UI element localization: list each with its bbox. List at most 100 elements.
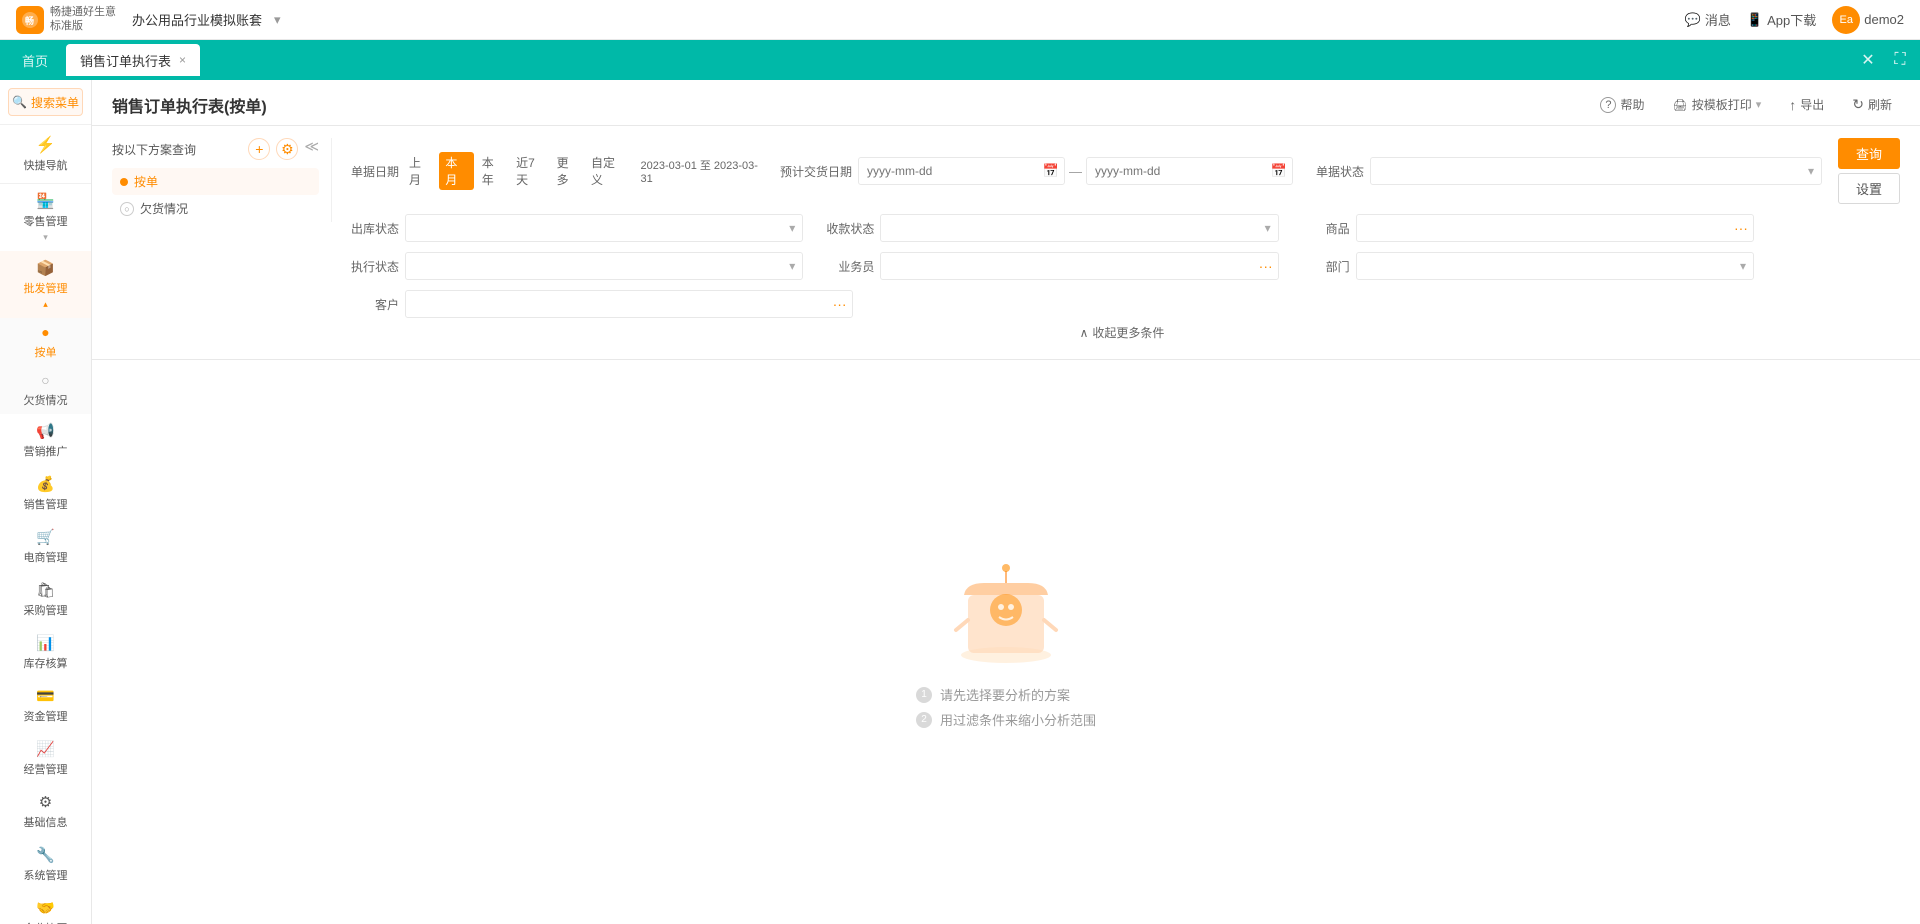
delivery-date-end[interactable] [1086,157,1293,185]
filter-field-payment-status: 收款状态 [819,214,1278,242]
delivery-status-select[interactable] [405,214,803,242]
svg-text:畅: 畅 [25,15,34,26]
filter-scheme-header: 按以下方案查询 + ⚙ ≪ [112,138,319,160]
order-icon: ● [41,324,49,340]
salesperson-input[interactable] [880,252,1278,280]
tab-maximize-icon[interactable]: ⛶ [1888,48,1912,72]
retail-arrow-icon: ▾ [43,232,48,243]
customer-input[interactable] [405,290,853,318]
department-select[interactable] [1356,252,1754,280]
print-dropdown-arrow: ▾ [1756,98,1762,111]
customer-more-icon[interactable]: ··· [833,296,847,312]
tab-sales-order[interactable]: 销售订单执行表 × [66,44,200,76]
sidebar-item-basic[interactable]: ⚙ 基础信息 [0,785,91,838]
execution-status-select-wrap [405,252,803,280]
sidebar-search-area: 🔍 搜索菜单 [0,80,91,125]
department-label: 部门 [1295,258,1350,275]
sidebar-item-retail[interactable]: 🏪 零售管理 ▾ [0,184,91,251]
sidebar-item-wholesale[interactable]: 📦 批发管理 ▴ [0,251,91,318]
goods-control: ··· [1356,214,1754,242]
add-scheme-button[interactable]: + [248,138,270,160]
collapse-more-button[interactable]: ∧ 收起更多条件 [344,318,1900,347]
wholesale-submenu: ● 按单 ○ 欠货情况 [0,318,91,414]
help-button[interactable]: ? 帮助 [1592,92,1652,117]
date-tab-this-year[interactable]: 本年 [478,152,508,190]
table-area: 1 请先选择要分析的方案 2 用过滤条件来缩小分析范围 [92,360,1920,924]
sidebar-item-inventory[interactable]: 📊 库存核算 [0,626,91,679]
page-header: 销售订单执行表(按单) ? 帮助 🖨 按模板打印 ▾ ↑ 导出 ↻ 刷新 [92,80,1920,126]
settings-scheme-button[interactable]: ⚙ [276,138,298,160]
date-tab-last-month[interactable]: 上月 [405,152,435,190]
goods-input[interactable] [1356,214,1754,242]
system-icon: 🔧 [36,846,55,864]
date-tab-custom[interactable]: 自定义 [587,152,629,190]
operation-icon: 📈 [36,740,55,758]
query-button[interactable]: 查询 [1838,138,1900,169]
empty-hints: 1 请先选择要分析的方案 2 用过滤条件来缩小分析范围 [916,685,1096,729]
tab-close-window-icon[interactable]: ✕ [1856,48,1880,72]
sidebar-item-quick-nav[interactable]: ⚡ 快捷导航 [0,129,91,179]
filter-panel: 按以下方案查询 + ⚙ ≪ 按单 ○ 欠货情况 [92,126,1920,360]
maximize-icon: ⛶ [1894,51,1905,69]
payment-status-label: 收款状态 [819,220,874,237]
date-tab-more[interactable]: 更多 [553,152,583,190]
payment-status-select[interactable] [880,214,1278,242]
sidebar-item-operation[interactable]: 📈 经营管理 [0,732,91,785]
delivery-date-label: 预计交货日期 [780,163,852,180]
sidebar-sub-item-order[interactable]: ● 按单 [0,318,91,366]
wholesale-icon: 📦 [36,259,55,277]
refresh-button[interactable]: ↻ 刷新 [1844,92,1900,117]
basic-icon: ⚙ [39,793,52,811]
user-avatar-button[interactable]: Ea demo2 [1832,6,1904,34]
sidebar-item-sales[interactable]: 💰 销售管理 [0,467,91,520]
goods-more-icon[interactable]: ··· [1734,220,1748,236]
page-title: 销售订单执行表(按单) [112,93,267,117]
date-tab-this-month[interactable]: 本月 [439,152,473,190]
topbar-right: 💬 消息 📱 App下载 Ea demo2 [1685,6,1904,34]
delivery-date-end-wrap: 📅 [1086,157,1293,185]
export-icon: ↑ [1789,97,1796,113]
status-select[interactable] [1370,157,1822,185]
execution-status-label: 执行状态 [344,258,399,275]
empty-hint-2: 2 用过滤条件来缩小分析范围 [916,710,1096,729]
sidebar-sub-item-debt[interactable]: ○ 欠货情况 [0,366,91,414]
hint-num-1: 1 [916,687,932,703]
search-menu-button[interactable]: 🔍 搜索菜单 [8,88,83,116]
message-button[interactable]: 💬 消息 [1685,10,1731,29]
filter-field-salesperson: 业务员 ··· [819,252,1278,280]
filter-row-4: 客户 ··· [344,290,1900,318]
empty-svg [946,555,1066,665]
settings-button[interactable]: 设置 [1838,173,1900,204]
sidebar-item-marketing[interactable]: 📢 营销推广 [0,414,91,467]
sidebar-item-enterprise[interactable]: 🤝 企业协同 [0,891,91,924]
calendar-icon-start[interactable]: 📅 [1043,163,1059,179]
delivery-status-select-wrap [405,214,803,242]
topbar: 畅 畅捷通好生意 标准版 办公用品行业模拟账套 ▾ 💬 消息 📱 App下载 E… [0,0,1920,40]
main-layout: 🔍 搜索菜单 ⚡ 快捷导航 🏪 零售管理 ▾ 📦 批发管理 ▴ ● 按单 [0,80,1920,924]
filter-option-order[interactable]: 按单 [112,168,319,195]
print-button[interactable]: 🖨 按模板打印 ▾ [1664,92,1769,117]
app-download-button[interactable]: 📱 App下载 [1747,10,1816,29]
tab-home[interactable]: 首页 [8,44,62,76]
export-button[interactable]: ↑ 导出 [1781,92,1832,117]
calendar-icon-end[interactable]: 📅 [1271,163,1287,179]
sidebar-item-finance[interactable]: 💳 资金管理 [0,679,91,732]
app-download-icon: 📱 [1747,12,1763,28]
filter-field-customer: 客户 ··· [344,290,853,318]
tab-close-icon[interactable]: × [179,53,186,67]
filter-option-debt[interactable]: ○ 欠货情况 [112,195,319,222]
date-tab-7days[interactable]: 近7天 [512,152,549,190]
page-header-actions: ? 帮助 🖨 按模板打印 ▾ ↑ 导出 ↻ 刷新 [1592,92,1900,117]
sidebar-item-purchase[interactable]: 🛍 采购管理 [0,573,91,626]
filter-field-delivery-date: 预计交货日期 📅 — 📅 [780,157,1293,185]
industry-dropdown-arrow[interactable]: ▾ [274,12,281,28]
empty-illustration [946,555,1066,665]
delivery-date-start[interactable] [858,157,1065,185]
execution-status-select[interactable] [405,252,803,280]
filter-field-execution-status: 执行状态 [344,252,803,280]
sidebar-item-system[interactable]: 🔧 系统管理 [0,838,91,891]
collapse-sidebar-button[interactable]: ≪ [304,138,319,160]
search-icon: 🔍 [12,95,27,109]
salesperson-more-icon[interactable]: ··· [1259,258,1273,274]
sidebar-item-ecommerce[interactable]: 🛒 电商管理 [0,520,91,573]
